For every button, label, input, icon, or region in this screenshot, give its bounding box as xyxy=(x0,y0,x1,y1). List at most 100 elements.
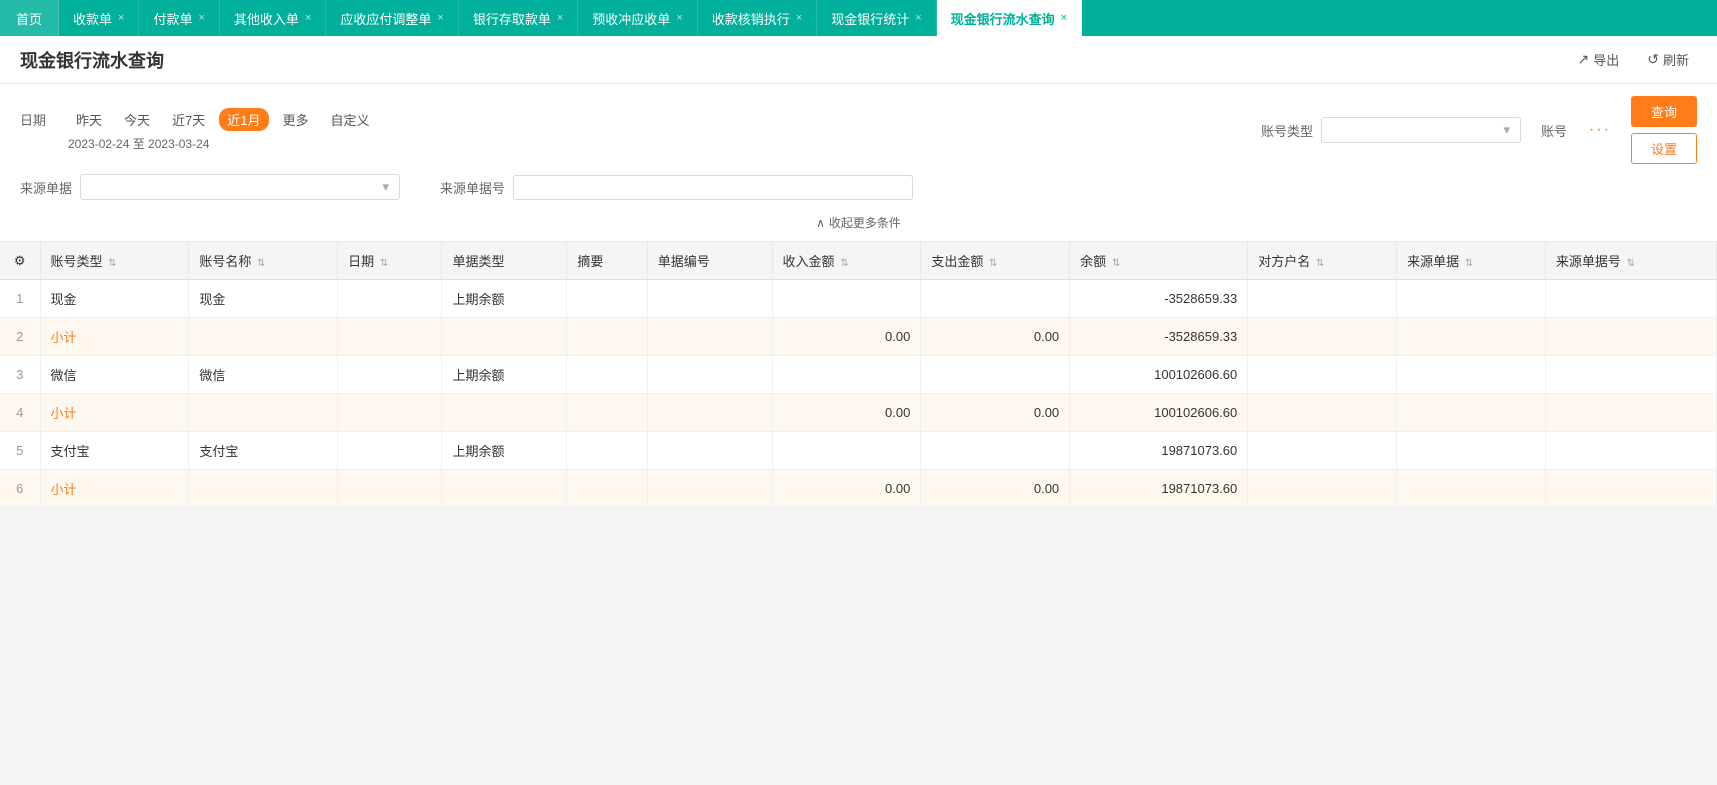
nav-tab-close-1[interactable]: × xyxy=(198,12,204,24)
cell-date xyxy=(338,470,442,508)
table-row[interactable]: 4小计0.000.00100102606.60 xyxy=(0,394,1717,432)
nav-tab-7[interactable]: 现金银行统计 × xyxy=(817,0,936,36)
filter-area: 日期 昨天 今天 近7天 近1月 更多 自定义 2023-02-24 至 202… xyxy=(0,84,1717,242)
nav-tab-close-8[interactable]: × xyxy=(1061,12,1067,24)
cell-counterparty xyxy=(1248,280,1397,318)
col-date[interactable]: 日期 ⇅ xyxy=(338,242,442,280)
sort-balance-icon: ⇅ xyxy=(1112,258,1120,269)
nav-tab-close-2[interactable]: × xyxy=(305,12,311,24)
nav-tab-3[interactable]: 应收应付调整单 × xyxy=(326,0,458,36)
cell-expense xyxy=(921,356,1070,394)
cell-account-type: 支付宝 xyxy=(40,432,189,470)
export-button[interactable]: ↗ 导出 xyxy=(1570,46,1628,73)
sort-source-doc-no-icon: ⇅ xyxy=(1627,258,1635,269)
query-button[interactable]: 查询 xyxy=(1631,96,1697,127)
col-account-type[interactable]: 账号类型 ⇅ xyxy=(40,242,189,280)
nav-tab-label-5: 预收冲应收单 xyxy=(592,9,670,28)
cell-doc-type xyxy=(442,394,567,432)
cell-balance: 19871073.60 xyxy=(1070,470,1248,508)
nav-home[interactable]: 首页 xyxy=(0,0,59,36)
nav-tab-close-4[interactable]: × xyxy=(557,12,563,24)
cell-income xyxy=(772,432,921,470)
data-table: ⚙ 账号类型 ⇅ 账号名称 ⇅ 日期 ⇅ 单据类型 摘要 xyxy=(0,242,1717,508)
cell-summary xyxy=(567,432,647,470)
table-row[interactable]: 1现金现金上期余额-3528659.33 xyxy=(0,280,1717,318)
nav-tab-label-6: 收款核销执行 xyxy=(712,9,790,28)
cell-account-type: 小计 xyxy=(40,470,189,508)
nav-tab-close-6[interactable]: × xyxy=(796,12,802,24)
col-doc-type-label: 单据类型 xyxy=(452,254,504,269)
cell-source-doc-no xyxy=(1545,394,1716,432)
settings-button[interactable]: 设置 xyxy=(1631,133,1697,164)
nav-tab-5[interactable]: 预收冲应收单 × xyxy=(578,0,697,36)
cell-date xyxy=(338,280,442,318)
account-type-select[interactable]: ▾ xyxy=(1321,117,1521,143)
cell-account-name xyxy=(189,318,338,356)
date-opt-7days[interactable]: 近7天 xyxy=(164,108,213,131)
cell-source-doc xyxy=(1397,280,1546,318)
date-opt-yesterday[interactable]: 昨天 xyxy=(68,108,110,131)
cell-account-type: 小计 xyxy=(40,394,189,432)
cell-doc-no xyxy=(647,432,772,470)
date-opt-more[interactable]: 更多 xyxy=(275,108,317,131)
nav-tab-4[interactable]: 银行存取款单 × xyxy=(459,0,578,36)
cell-summary xyxy=(567,394,647,432)
cell-source-doc xyxy=(1397,470,1546,508)
col-doc-type[interactable]: 单据类型 xyxy=(442,242,567,280)
col-income[interactable]: 收入金额 ⇅ xyxy=(772,242,921,280)
account-ellipsis-button[interactable]: ··· xyxy=(1589,121,1611,139)
cell-counterparty xyxy=(1248,432,1397,470)
nav-tab-close-3[interactable]: × xyxy=(437,12,443,24)
cell-num: 1 xyxy=(0,280,40,318)
date-opt-1month[interactable]: 近1月 xyxy=(219,108,268,131)
nav-tab-close-5[interactable]: × xyxy=(676,12,682,24)
table-row[interactable]: 5支付宝支付宝上期余额19871073.60 xyxy=(0,432,1717,470)
action-buttons: 查询 设置 xyxy=(1631,96,1697,164)
col-account-name[interactable]: 账号名称 ⇅ xyxy=(189,242,338,280)
source-doc-num-input[interactable] xyxy=(513,175,913,200)
col-expense[interactable]: 支出金额 ⇅ xyxy=(921,242,1070,280)
nav-tab-close-7[interactable]: × xyxy=(915,12,921,24)
col-balance[interactable]: 余额 ⇅ xyxy=(1070,242,1248,280)
table-row[interactable]: 3微信微信上期余额100102606.60 xyxy=(0,356,1717,394)
cell-summary xyxy=(567,356,647,394)
cell-source-doc-no xyxy=(1545,280,1716,318)
nav-tab-6[interactable]: 收款核销执行 × xyxy=(698,0,817,36)
col-account-type-label: 账号类型 xyxy=(51,254,103,269)
nav-tab-1[interactable]: 付款单 × xyxy=(139,0,219,36)
source-doc-select[interactable]: ▾ xyxy=(80,174,400,200)
nav-tab-label-1: 付款单 xyxy=(153,9,192,28)
chevron-down-icon: ▾ xyxy=(1503,122,1510,138)
table-row[interactable]: 2小计0.000.00-3528659.33 xyxy=(0,318,1717,356)
refresh-icon: ↺ xyxy=(1647,51,1659,68)
collapse-up-icon: ∧ xyxy=(816,216,825,230)
refresh-button[interactable]: ↺ 刷新 xyxy=(1639,46,1697,73)
cell-doc-no xyxy=(647,318,772,356)
date-opt-today[interactable]: 今天 xyxy=(116,108,158,131)
col-source-doc-no[interactable]: 来源单据号 ⇅ xyxy=(1545,242,1716,280)
nav-tab-label-8: 现金银行流水查询 xyxy=(951,9,1055,28)
nav-tab-2[interactable]: 其他收入单 × xyxy=(220,0,326,36)
cell-counterparty xyxy=(1248,470,1397,508)
cell-source-doc xyxy=(1397,318,1546,356)
cell-date xyxy=(338,432,442,470)
nav-tab-0[interactable]: 收款单 × xyxy=(59,0,139,36)
date-opt-custom[interactable]: 自定义 xyxy=(323,108,378,131)
col-account-name-label: 账号名称 xyxy=(199,254,251,269)
col-summary[interactable]: 摘要 xyxy=(567,242,647,280)
col-gear[interactable]: ⚙ xyxy=(0,242,40,280)
nav-tab-8[interactable]: 现金银行流水查询 × xyxy=(937,0,1082,36)
collapse-filter-bar[interactable]: ∧ 收起更多条件 xyxy=(20,210,1697,233)
filter-row-2: 来源单据 ▾ 来源单据号 xyxy=(20,174,1697,200)
cell-balance: 100102606.60 xyxy=(1070,394,1248,432)
cell-income xyxy=(772,356,921,394)
cell-expense xyxy=(921,432,1070,470)
table-row[interactable]: 6小计0.000.0019871073.60 xyxy=(0,470,1717,508)
cell-source-doc-no xyxy=(1545,432,1716,470)
col-counterparty[interactable]: 对方户名 ⇅ xyxy=(1248,242,1397,280)
col-source-doc[interactable]: 来源单据 ⇅ xyxy=(1397,242,1546,280)
cell-counterparty xyxy=(1248,318,1397,356)
col-doc-no[interactable]: 单据编号 xyxy=(647,242,772,280)
cell-num: 2 xyxy=(0,318,40,356)
nav-tab-close-0[interactable]: × xyxy=(118,12,124,24)
